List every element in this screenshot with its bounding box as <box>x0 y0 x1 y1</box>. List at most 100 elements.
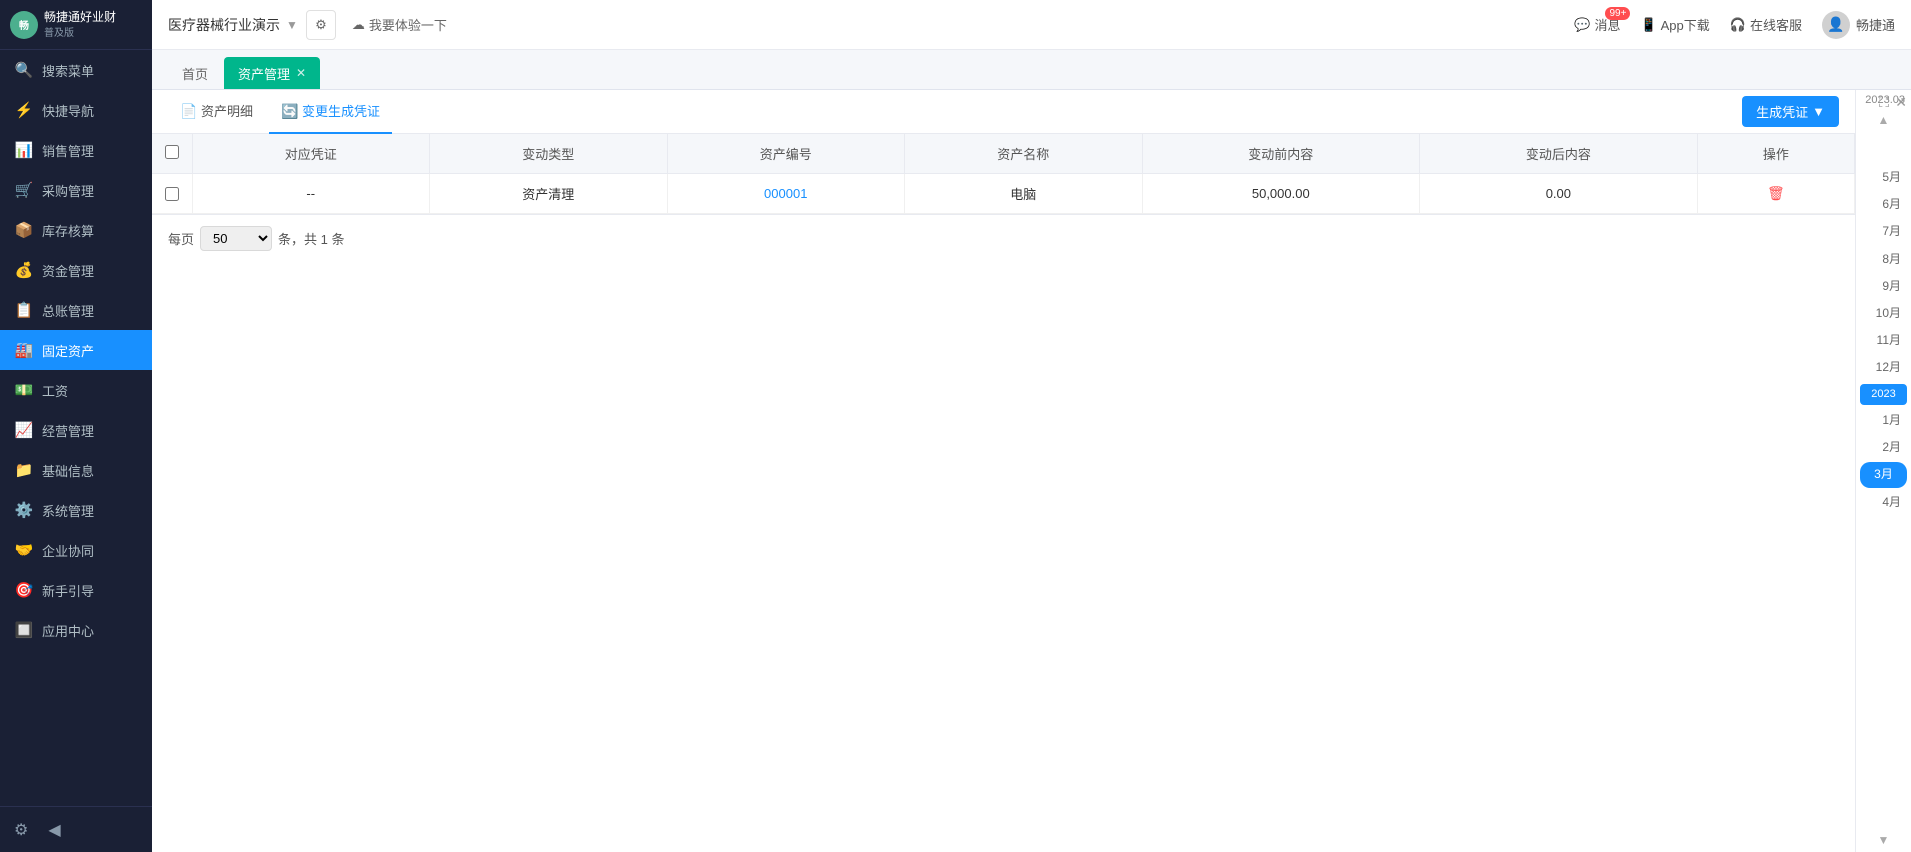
generate-voucher-button[interactable]: 生成凭证 ▼ <box>1742 96 1839 127</box>
payroll-icon: 💵 <box>14 380 34 400</box>
timeline-month-2月[interactable]: 2月 <box>1856 434 1911 461</box>
row-checkbox-0[interactable] <box>152 174 192 214</box>
basic-info-icon: 📁 <box>14 460 34 480</box>
select-all-checkbox[interactable] <box>165 145 179 159</box>
sidebar-item-ledger[interactable]: 📋 总账管理 <box>0 290 152 330</box>
user-profile[interactable]: 👤 畅捷通 <box>1822 11 1895 39</box>
tab-bar: 首页资产管理✕ <box>152 50 1911 90</box>
th-after: 变动后内容 <box>1420 134 1698 174</box>
timeline-year-2023[interactable]: 2023 <box>1860 384 1907 406</box>
timeline-close-icon[interactable]: ✕ <box>1895 94 1907 111</box>
top-header: 医疗器械行业演示 ▼ ⚙ ☁ 我要体验一下 💬 消息 99+ 📱 App下载 🎧… <box>152 0 1911 50</box>
collab-label: 企业协同 <box>42 541 94 560</box>
timeline-scroll-down[interactable]: ▼ <box>1856 828 1911 852</box>
sidebar-item-system[interactable]: ⚙️ 系统管理 <box>0 490 152 530</box>
timeline-month-1月[interactable]: 1月 <box>1856 407 1911 434</box>
sidebar-item-inventory[interactable]: 📦 库存核算 <box>0 210 152 250</box>
main-area: 医疗器械行业演示 ▼ ⚙ ☁ 我要体验一下 💬 消息 99+ 📱 App下载 🎧… <box>152 0 1911 852</box>
timeline-month-8月[interactable]: 8月 <box>1856 246 1911 273</box>
inner-tab-asset-list[interactable]: 📄 资产明细 <box>168 90 265 134</box>
sidebar-item-fixed-assets[interactable]: 🏭 固定资产 <box>0 330 152 370</box>
purchase-icon: 🛒 <box>14 180 34 200</box>
message-icon: 💬 <box>1574 17 1590 33</box>
timeline-month-6月[interactable]: 6月 <box>1856 191 1911 218</box>
sidebar-item-search[interactable]: 🔍 搜索菜单 <box>0 50 152 90</box>
row-action-0: 🗑 <box>1697 174 1854 214</box>
sidebar-item-funds[interactable]: 💰 资金管理 <box>0 250 152 290</box>
sales-icon: 📊 <box>14 140 34 160</box>
timeline-month-10月[interactable]: 10月 <box>1856 300 1911 327</box>
app-download-action[interactable]: 📱 App下载 <box>1640 15 1709 34</box>
header-right: 💬 消息 99+ 📱 App下载 🎧 在线客服 👤 畅捷通 <box>1574 11 1895 39</box>
avatar: 👤 <box>1822 11 1850 39</box>
timeline-month-9月[interactable]: 9月 <box>1856 273 1911 300</box>
settings-icon[interactable]: ⚙ <box>14 820 28 840</box>
sidebar-item-quick-nav[interactable]: ⚡ 快捷导航 <box>0 90 152 130</box>
timeline-scroll-up[interactable]: ▲ <box>1856 108 1911 132</box>
ledger-icon: 📋 <box>14 300 34 320</box>
page-size-select[interactable]: 102050100 <box>200 226 272 251</box>
timeline-expand-icon[interactable]: ⛶ <box>1879 94 1889 111</box>
inner-tab-change-voucher[interactable]: 🔄 变更生成凭证 <box>269 90 392 134</box>
tab-label-home: 首页 <box>182 64 208 83</box>
pagination-bar: 每页 102050100 条，共 1 条 <box>152 214 1855 262</box>
inventory-label: 库存核算 <box>42 221 94 240</box>
timeline-month-11月[interactable]: 11月 <box>1856 327 1911 354</box>
page-size-label: 每页 <box>168 229 194 248</box>
tab-asset-mgmt[interactable]: 资产管理✕ <box>224 57 320 89</box>
timeline-month-12月[interactable]: 12月 <box>1856 354 1911 381</box>
row-voucher-0: -- <box>192 174 430 214</box>
sidebar-item-app-center[interactable]: 🔲 应用中心 <box>0 610 152 650</box>
th-action: 操作 <box>1697 134 1854 174</box>
system-label: 系统管理 <box>42 501 94 520</box>
row-change-type-0: 资产清理 <box>430 174 668 214</box>
timeline-month-7月[interactable]: 7月 <box>1856 218 1911 245</box>
table-header: 对应凭证变动类型资产编号资产名称变动前内容变动后内容操作 <box>152 134 1855 174</box>
th-asset-name: 资产名称 <box>905 134 1143 174</box>
tab-home[interactable]: 首页 <box>168 57 222 89</box>
fixed-assets-label: 固定资产 <box>42 341 94 360</box>
search-icon: 🔍 <box>14 60 34 80</box>
sidebar-item-sales[interactable]: 📊 销售管理 <box>0 130 152 170</box>
timeline-month-active[interactable]: 3月 <box>1860 462 1907 487</box>
timeline-month-4月[interactable]: 4月 <box>1856 489 1911 516</box>
message-action[interactable]: 💬 消息 99+ <box>1574 15 1620 34</box>
th-asset-code: 资产编号 <box>667 134 905 174</box>
asset-list-tab-label: 资产明细 <box>201 101 253 120</box>
sidebar-item-operations[interactable]: 📈 经营管理 <box>0 410 152 450</box>
experience-button[interactable]: ☁ 我要体验一下 <box>352 15 447 34</box>
th-checkbox <box>152 134 192 174</box>
logo-icon: 畅 <box>10 11 38 39</box>
sidebar-item-payroll[interactable]: 💵 工资 <box>0 370 152 410</box>
sidebar: 畅 畅捷通好业财 普及版 🔍 搜索菜单 ⚡ 快捷导航 📊 销售管理 🛒 采购管理… <box>0 0 152 852</box>
customer-service-action[interactable]: 🎧 在线客服 <box>1730 15 1802 34</box>
basic-info-label: 基础信息 <box>42 461 94 480</box>
guide-label: 新手引导 <box>42 581 94 600</box>
inventory-icon: 📦 <box>14 220 34 240</box>
asset-list-tab-icon: 📄 <box>180 103 196 119</box>
sidebar-item-guide[interactable]: 🎯 新手引导 <box>0 570 152 610</box>
delete-button-0[interactable]: 🗑 <box>1767 185 1785 202</box>
change-voucher-tab-icon: 🔄 <box>281 103 297 119</box>
sidebar-item-basic-info[interactable]: 📁 基础信息 <box>0 450 152 490</box>
system-icon: ⚙️ <box>14 500 34 520</box>
sidebar-item-collab[interactable]: 🤝 企业协同 <box>0 530 152 570</box>
settings-button[interactable]: ⚙ <box>306 10 336 40</box>
timeline-month-5月[interactable]: 5月 <box>1856 164 1911 191</box>
sidebar-header: 畅 畅捷通好业财 普及版 <box>0 0 152 50</box>
fixed-assets-icon: 🏭 <box>14 340 34 360</box>
inner-tab-bar: 📄 资产明细 🔄 变更生成凭证 生成凭证 ▼ <box>152 90 1855 134</box>
generate-dropdown-arrow: ▼ <box>1812 104 1825 119</box>
table-row: -- 资产清理 000001 电脑 50,000.00 0.00 🗑 <box>152 174 1855 214</box>
collab-icon: 🤝 <box>14 540 34 560</box>
tab-close-asset-mgmt[interactable]: ✕ <box>296 66 306 80</box>
data-table: 对应凭证变动类型资产编号资产名称变动前内容变动后内容操作 -- 资产清理 000… <box>152 134 1855 214</box>
company-selector[interactable]: 医疗器械行业演示 ▼ <box>168 15 298 35</box>
collapse-icon[interactable]: ◀ <box>48 820 60 840</box>
sidebar-item-purchase[interactable]: 🛒 采购管理 <box>0 170 152 210</box>
guide-icon: 🎯 <box>14 580 34 600</box>
sidebar-menu: 🔍 搜索菜单 ⚡ 快捷导航 📊 销售管理 🛒 采购管理 📦 库存核算 💰 资金管… <box>0 50 152 806</box>
app-download-icon: 📱 <box>1640 17 1656 33</box>
row-before-0: 50,000.00 <box>1142 174 1420 214</box>
company-name: 医疗器械行业演示 <box>168 15 280 35</box>
